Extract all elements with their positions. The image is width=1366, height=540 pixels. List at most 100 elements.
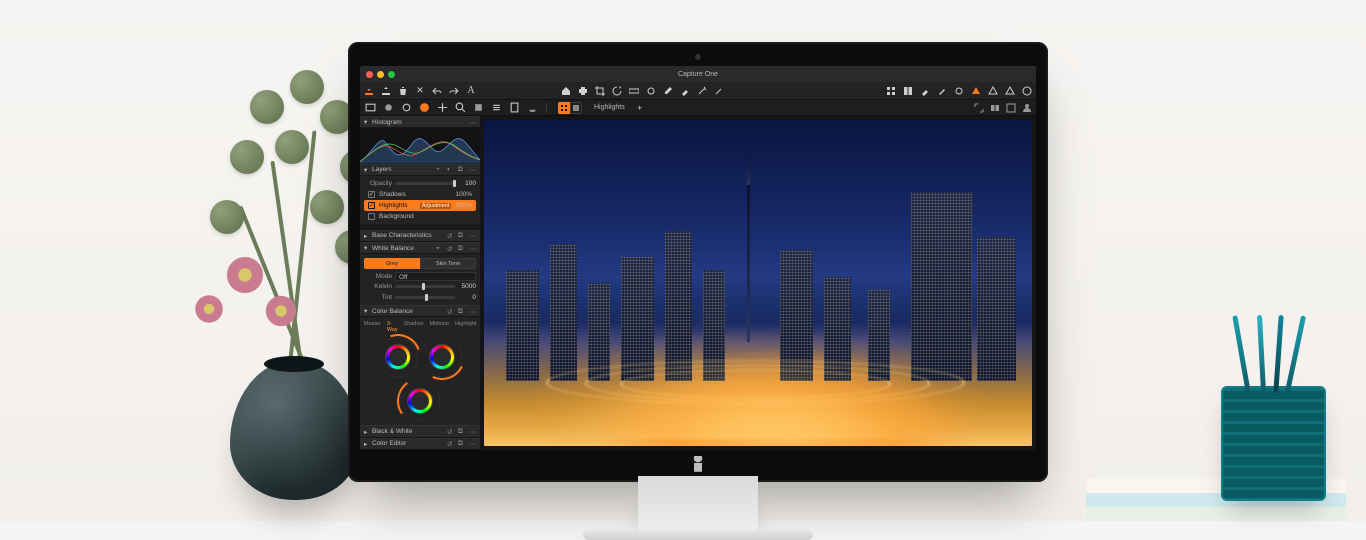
home-icon[interactable] xyxy=(561,86,571,96)
tooltab-library[interactable] xyxy=(364,102,376,114)
panel-head-bw[interactable]: ▸ Black & White ↺ ⧉ ⋯ xyxy=(360,425,480,437)
eyedropper-icon[interactable] xyxy=(663,86,673,96)
wb-tab[interactable]: Grey xyxy=(364,258,420,269)
tooltab-capture[interactable] xyxy=(382,102,394,114)
layer-item[interactable]: HighlightsAdjustment100% xyxy=(364,200,476,211)
cb-tab[interactable]: Shadow xyxy=(404,321,424,333)
undo-icon[interactable] xyxy=(432,86,442,96)
wb-tab[interactable]: Skin Tone xyxy=(420,258,476,269)
wb-tint-slider[interactable] xyxy=(395,296,455,299)
pen-tool-icon[interactable] xyxy=(937,86,947,96)
viewer-mode-toggle[interactable] xyxy=(558,102,582,114)
panel-head-wb[interactable]: ▾ White Balance ⌖ ↺ ⧉ ⋯ xyxy=(360,242,480,254)
rotate-icon[interactable] xyxy=(612,86,622,96)
shadow-warn-icon[interactable] xyxy=(988,86,998,96)
scissors-icon[interactable]: ✕ xyxy=(415,86,425,96)
import-icon[interactable] xyxy=(364,86,374,96)
user-icon[interactable] xyxy=(1022,103,1032,113)
print-icon[interactable] xyxy=(578,86,588,96)
panel-title-layers: Layers xyxy=(372,166,392,173)
app-window: Capture One ✕ A xyxy=(360,66,1036,450)
window-zoom-button[interactable] xyxy=(388,71,395,78)
image-viewer[interactable] xyxy=(480,116,1036,450)
wb-kelvin-label: Kelvin xyxy=(364,283,392,290)
cb-tab[interactable]: 3-Way xyxy=(387,321,398,333)
export-icon[interactable] xyxy=(381,86,391,96)
window-minimize-button[interactable] xyxy=(377,71,384,78)
panel-head-layers[interactable]: ▾ Layers + ◐ ⧉ ⋯ xyxy=(360,164,480,176)
tooltab-output[interactable] xyxy=(526,102,538,114)
breadcrumb-add-icon[interactable]: + xyxy=(635,103,645,113)
compare-icon[interactable] xyxy=(903,86,913,96)
tooltab-adjust[interactable] xyxy=(490,102,502,114)
cb-wheel-midtone[interactable] xyxy=(422,337,462,377)
tooltab-detail[interactable] xyxy=(454,102,466,114)
expand-icon[interactable] xyxy=(974,103,984,113)
panel-reset-icon[interactable]: ↺ xyxy=(447,428,454,435)
view-mode-browser[interactable] xyxy=(558,102,570,114)
panel-menu-icon[interactable]: ⋯ xyxy=(469,428,476,435)
panel-menu-icon[interactable]: ⋯ xyxy=(469,308,476,315)
panel-head-histogram[interactable]: ▾ Histogram ⋯ xyxy=(360,116,480,128)
layer-item[interactable]: Shadows100% xyxy=(364,189,476,200)
cb-wheel-highlight[interactable] xyxy=(400,381,440,421)
layer-mask-icon[interactable]: ◐ xyxy=(447,166,454,173)
cb-tab[interactable]: Highlight xyxy=(455,321,476,333)
tooltab-exposure[interactable] xyxy=(436,102,448,114)
opacity-slider[interactable] xyxy=(395,182,455,185)
cb-tab[interactable]: Master xyxy=(364,321,381,333)
layer-visibility-checkbox[interactable] xyxy=(368,191,375,198)
cb-tab[interactable]: Midtone xyxy=(430,321,450,333)
tooltab-local[interactable] xyxy=(472,102,484,114)
window-close-button[interactable] xyxy=(366,71,373,78)
circle-icon[interactable] xyxy=(954,86,964,96)
crop-icon[interactable] xyxy=(595,86,605,96)
view-mode-viewer[interactable] xyxy=(570,102,582,114)
redo-icon[interactable] xyxy=(449,86,459,96)
before-after-icon[interactable] xyxy=(990,103,1000,113)
panel-menu-icon[interactable]: ⋯ xyxy=(469,232,476,239)
panel-head-cb[interactable]: ▾ Color Balance ↺ ⧉ ⋯ xyxy=(360,305,480,317)
panel-reset-icon[interactable]: ↺ xyxy=(447,245,454,252)
magic-wand-icon[interactable] xyxy=(697,86,707,96)
cb-wheel-shadow[interactable] xyxy=(378,337,418,377)
layer-visibility-checkbox[interactable] xyxy=(368,213,375,220)
grid-view-icon[interactable] xyxy=(886,86,896,96)
panel-copy-icon[interactable]: ⧉ xyxy=(458,232,465,239)
spot-icon[interactable] xyxy=(646,86,656,96)
panel-title-bw: Black & White xyxy=(372,428,412,435)
tooltab-lens[interactable] xyxy=(400,102,412,114)
panel-copy-icon[interactable]: ⧉ xyxy=(458,245,465,252)
wb-kelvin-slider[interactable] xyxy=(395,285,455,288)
panel-reset-icon[interactable]: ↺ xyxy=(447,440,454,447)
layer-add-icon[interactable]: + xyxy=(436,166,443,173)
layer-item[interactable]: Background xyxy=(364,211,476,222)
panel-head-ce[interactable]: ▸ Color Editor ↺ ⧉ ⋯ xyxy=(360,438,480,450)
ruler-icon[interactable] xyxy=(629,86,639,96)
panel-menu-icon[interactable]: ⋯ xyxy=(469,440,476,447)
wb-mode-select[interactable]: Off xyxy=(395,272,476,281)
tooltab-metadata[interactable] xyxy=(508,102,520,114)
clone-icon[interactable] xyxy=(714,86,724,96)
text-icon[interactable]: A xyxy=(466,86,476,96)
panel-reset-icon[interactable]: ↺ xyxy=(447,308,454,315)
panel-menu-icon[interactable]: ⋯ xyxy=(469,119,476,126)
panel-copy-icon[interactable]: ⧉ xyxy=(458,308,465,315)
panel-copy-icon[interactable]: ⧉ xyxy=(458,428,465,435)
focus-icon[interactable] xyxy=(1022,86,1032,96)
alert-icon[interactable] xyxy=(1005,86,1015,96)
fit-icon[interactable] xyxy=(1006,103,1016,113)
panel-copy-icon[interactable]: ⧉ xyxy=(458,440,465,447)
brush-tool-icon[interactable] xyxy=(920,86,930,96)
panel-head-base[interactable]: ▸ Base Characteristics ↺ ⧉ ⋯ xyxy=(360,230,480,242)
layer-visibility-checkbox[interactable] xyxy=(368,202,375,209)
panel-menu-icon[interactable]: ⋯ xyxy=(469,166,476,173)
tooltab-color[interactable] xyxy=(418,102,430,114)
highlight-warn-icon[interactable] xyxy=(971,86,981,96)
panel-reset-icon[interactable]: ↺ xyxy=(447,232,454,239)
trash-icon[interactable] xyxy=(398,86,408,96)
layer-copy-icon[interactable]: ⧉ xyxy=(458,166,465,173)
brush-icon[interactable] xyxy=(680,86,690,96)
eyedropper-icon[interactable]: ⌖ xyxy=(436,245,443,252)
panel-menu-icon[interactable]: ⋯ xyxy=(469,245,476,252)
